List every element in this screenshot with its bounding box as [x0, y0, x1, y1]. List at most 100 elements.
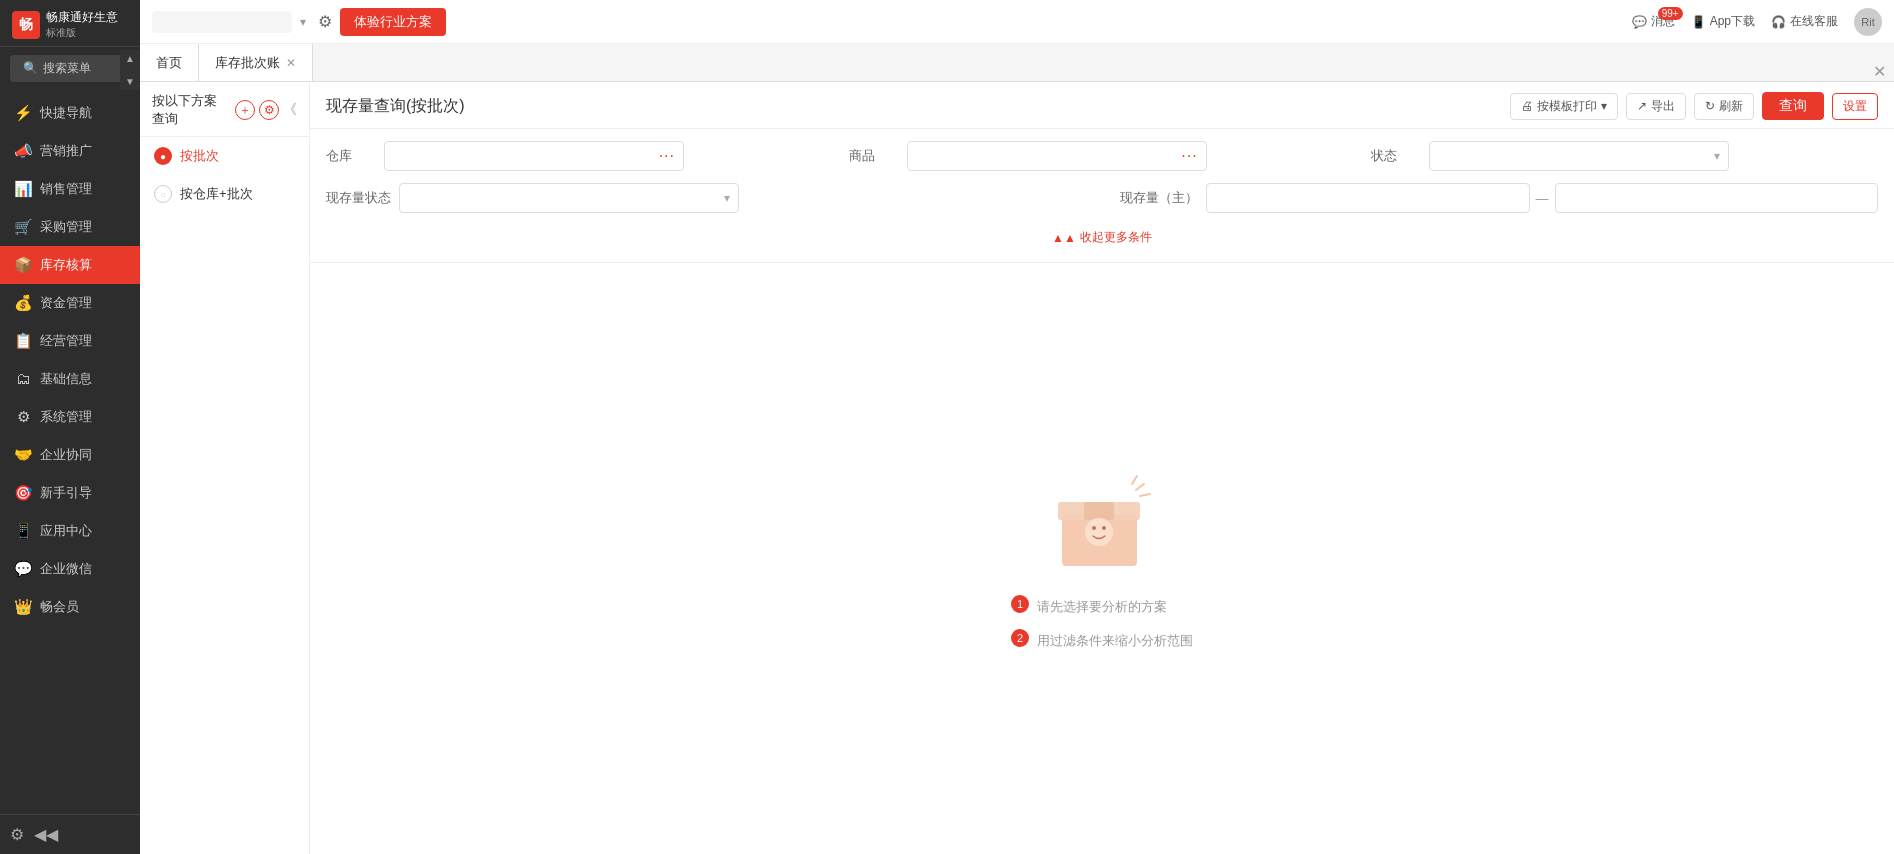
- step-1-icon: 1: [1011, 595, 1029, 613]
- scroll-down-btn[interactable]: ▼: [122, 73, 138, 90]
- app-download-action[interactable]: 📱 App下载: [1691, 13, 1755, 30]
- purchase-icon: 🛒: [14, 218, 32, 236]
- empty-state: 1 请先选择要分析的方案 2 用过滤条件来缩小分析范围: [310, 263, 1894, 854]
- sidebar-item-collab[interactable]: 🤝 企业协同: [0, 436, 140, 474]
- brand-version: 标准版: [46, 26, 118, 40]
- sidebar-item-system[interactable]: ⚙ 系统管理: [0, 398, 140, 436]
- footer-collapse-icon[interactable]: ◀◀: [34, 825, 58, 844]
- scheme-item-batch[interactable]: ● 按批次: [140, 137, 309, 175]
- sidebar-item-inventory[interactable]: 📦 库存核算: [0, 246, 140, 284]
- filter-row-2: 现存量状态 ▾ 现存量（主） —: [326, 183, 1878, 213]
- panel-close-button[interactable]: ✕: [1873, 62, 1886, 81]
- basics-icon: 🗂: [14, 370, 32, 388]
- sidebar-item-label: 库存核算: [40, 256, 92, 274]
- online-service-action[interactable]: 🎧 在线客服: [1771, 13, 1838, 30]
- sidebar-item-finance[interactable]: 💰 资金管理: [0, 284, 140, 322]
- sidebar-item-basics[interactable]: 🗂 基础信息: [0, 360, 140, 398]
- sidebar-item-purchase[interactable]: 🛒 采购管理: [0, 208, 140, 246]
- status-select[interactable]: ▾: [1429, 141, 1729, 171]
- sidebar-item-newuser[interactable]: 🎯 新手引导: [0, 474, 140, 512]
- step-2-icon: 2: [1011, 629, 1029, 647]
- print-icon: 🖨: [1521, 99, 1533, 113]
- sidebar-item-sales[interactable]: 📊 销售管理: [0, 170, 140, 208]
- print-button[interactable]: 🖨 按模板打印 ▾: [1510, 93, 1618, 120]
- sidebar-item-label: 畅会员: [40, 598, 79, 616]
- stock-status-filter: 现存量状态 ▾: [326, 183, 1084, 213]
- export-button[interactable]: ↗ 导出: [1626, 93, 1686, 120]
- scroll-up-btn[interactable]: ▲: [122, 50, 138, 67]
- status-filter: 状态 ▾: [1371, 141, 1878, 171]
- footer-settings-icon[interactable]: ⚙: [10, 825, 24, 844]
- experience-button[interactable]: 体验行业方案: [340, 8, 446, 36]
- empty-svg: [1042, 464, 1162, 574]
- scheme-item-warehouse-batch[interactable]: ○ 按仓库+批次: [140, 175, 309, 213]
- topbar-settings-icon[interactable]: ⚙: [318, 12, 332, 31]
- stock-status-select[interactable]: ▾: [399, 183, 739, 213]
- warehouse-input[interactable]: ···: [384, 141, 684, 171]
- sidebar-search[interactable]: 🔍 搜索菜单: [10, 55, 130, 82]
- tabs-bar: 首页 库存批次账 ✕ ✕: [140, 44, 1894, 82]
- right-panel: 现存量查询(按批次) 🖨 按模板打印 ▾ ↗ 导出 ↻: [310, 82, 1894, 854]
- sidebar-header: 畅 畅康通好生意 标准版: [0, 0, 140, 47]
- messages-badge: 99+: [1658, 7, 1683, 20]
- sidebar-item-label: 销售管理: [40, 180, 92, 198]
- empty-hint-1-text: 请先选择要分析的方案: [1037, 594, 1167, 620]
- online-service-icon: 🎧: [1771, 15, 1786, 29]
- add-scheme-button[interactable]: ＋: [235, 100, 255, 120]
- toolbar-actions: 🖨 按模板打印 ▾ ↗ 导出 ↻ 刷新 查询: [1510, 92, 1878, 120]
- stock-qty-from[interactable]: [1206, 183, 1530, 213]
- messages-icon: 💬: [1632, 15, 1647, 29]
- tab-home[interactable]: 首页: [140, 44, 199, 81]
- warehouse-more-icon[interactable]: ···: [659, 147, 675, 165]
- sidebar-item-quicknav[interactable]: ⚡ 快捷导航: [0, 94, 140, 132]
- collapse-more-btn[interactable]: ▲▲ 收起更多条件: [326, 225, 1878, 250]
- sidebar-item-label: 新手引导: [40, 484, 92, 502]
- product-input[interactable]: ···: [907, 141, 1207, 171]
- settings-scheme-button[interactable]: ⚙: [259, 100, 279, 120]
- marketing-icon: 📣: [14, 142, 32, 160]
- messages-action[interactable]: 💬 消息 99+: [1632, 13, 1675, 30]
- scheme-dot-active: ●: [154, 147, 172, 165]
- product-filter: 商品 ···: [849, 141, 1356, 171]
- sidebar-item-operations[interactable]: 📋 经营管理: [0, 322, 140, 360]
- stock-qty-range: —: [1206, 183, 1878, 213]
- collapse-panel-icon[interactable]: 《: [283, 101, 297, 119]
- operations-icon: 📋: [14, 332, 32, 350]
- stock-qty-label: 现存量（主）: [1120, 189, 1198, 207]
- search-icon: 🔍: [23, 61, 38, 75]
- tab-close-icon[interactable]: ✕: [286, 56, 296, 70]
- sidebar-item-label: 快捷导航: [40, 104, 92, 122]
- sidebar-item-member[interactable]: 👑 畅会员: [0, 588, 140, 626]
- user-profile[interactable]: Rit: [1854, 8, 1882, 36]
- refresh-button[interactable]: ↻ 刷新: [1694, 93, 1754, 120]
- avatar: Rit: [1854, 8, 1882, 36]
- sidebar-item-appcenter[interactable]: 📱 应用中心: [0, 512, 140, 550]
- brand-info: 畅康通好生意 标准版: [46, 10, 118, 40]
- topbar-chevron-icon[interactable]: ▾: [300, 15, 306, 29]
- print-chevron-icon: ▾: [1601, 99, 1607, 113]
- wechat-icon: 💬: [14, 560, 32, 578]
- stock-status-chevron-icon: ▾: [724, 191, 730, 205]
- sales-icon: 📊: [14, 180, 32, 198]
- sidebar-item-wechat[interactable]: 💬 企业微信: [0, 550, 140, 588]
- inventory-icon: 📦: [14, 256, 32, 274]
- collab-icon: 🤝: [14, 446, 32, 464]
- sidebar-item-marketing[interactable]: 📣 营销推广: [0, 132, 140, 170]
- filters-area: 仓库 ··· 商品 ···: [310, 129, 1894, 263]
- sidebar-item-label: 应用中心: [40, 522, 92, 540]
- query-button[interactable]: 查询: [1762, 92, 1824, 120]
- system-icon: ⚙: [14, 408, 32, 426]
- settings-button[interactable]: 设置: [1832, 93, 1878, 120]
- scheme-dot-inactive: ○: [154, 185, 172, 203]
- tab-inventory-batch[interactable]: 库存批次账 ✕: [199, 44, 313, 81]
- settings-label: 设置: [1843, 98, 1867, 115]
- stock-qty-to[interactable]: [1555, 183, 1879, 213]
- sidebar-footer: ⚙ ◀◀: [0, 814, 140, 854]
- search-label: 搜索菜单: [43, 60, 91, 77]
- sidebar-item-label: 企业微信: [40, 560, 92, 578]
- range-separator: —: [1536, 191, 1549, 206]
- product-more-icon[interactable]: ···: [1181, 147, 1197, 165]
- content-area: 按以下方案查询 ＋ ⚙ 《 ● 按批次 ○ 按仓库+批次: [140, 82, 1894, 854]
- topbar-search-box[interactable]: [152, 11, 292, 33]
- topbar-search-input[interactable]: [162, 15, 262, 29]
